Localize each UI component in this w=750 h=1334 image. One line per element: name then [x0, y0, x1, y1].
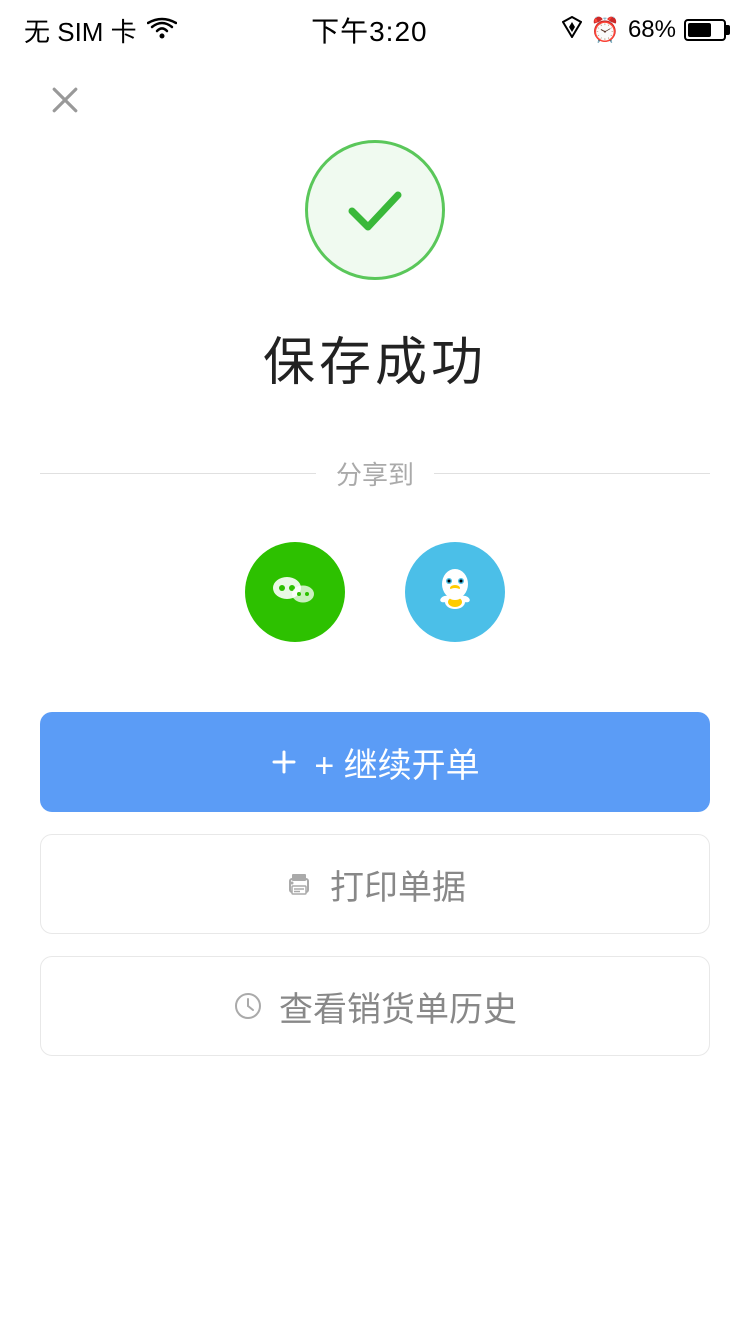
- history-label: 查看销货单历史: [279, 982, 517, 1031]
- clock-icon: [233, 991, 263, 1021]
- wechat-share-button[interactable]: [245, 542, 345, 642]
- status-right: ⏰ 68%: [562, 16, 726, 45]
- status-time: 下午3:20: [311, 10, 428, 50]
- status-left: 无 SIM 卡: [24, 12, 177, 49]
- history-button[interactable]: 查看销货单历史: [40, 956, 710, 1056]
- battery-icon: [684, 19, 726, 41]
- alarm-icon: ⏰: [590, 16, 620, 45]
- share-divider-row: 分享到: [40, 455, 710, 492]
- share-label: 分享到: [336, 455, 414, 492]
- wifi-icon: [147, 15, 177, 46]
- main-content: 保存成功 分享到: [0, 60, 750, 1056]
- divider-left: [40, 473, 316, 474]
- qq-share-button[interactable]: [405, 542, 505, 642]
- battery-percent: 68%: [628, 16, 676, 44]
- success-title: 保存成功: [263, 320, 487, 395]
- printer-icon: [284, 869, 314, 899]
- print-label: 打印单据: [330, 860, 466, 909]
- status-bar: 无 SIM 卡 下午3:20 ⏰ 68%: [0, 0, 750, 60]
- close-button[interactable]: [40, 75, 90, 125]
- share-section: 分享到: [40, 455, 710, 642]
- plus-icon: [270, 748, 298, 776]
- continue-label: + 继续开单: [314, 738, 479, 787]
- success-icon-circle: [305, 140, 445, 280]
- print-button[interactable]: 打印单据: [40, 834, 710, 934]
- divider-right: [434, 473, 710, 474]
- action-buttons: + 继续开单 打印单据: [40, 712, 710, 1056]
- no-sim-label: 无 SIM 卡: [24, 12, 137, 49]
- share-icons-row: [245, 542, 505, 642]
- continue-button[interactable]: + 继续开单: [40, 712, 710, 812]
- location-icon: [562, 16, 582, 45]
